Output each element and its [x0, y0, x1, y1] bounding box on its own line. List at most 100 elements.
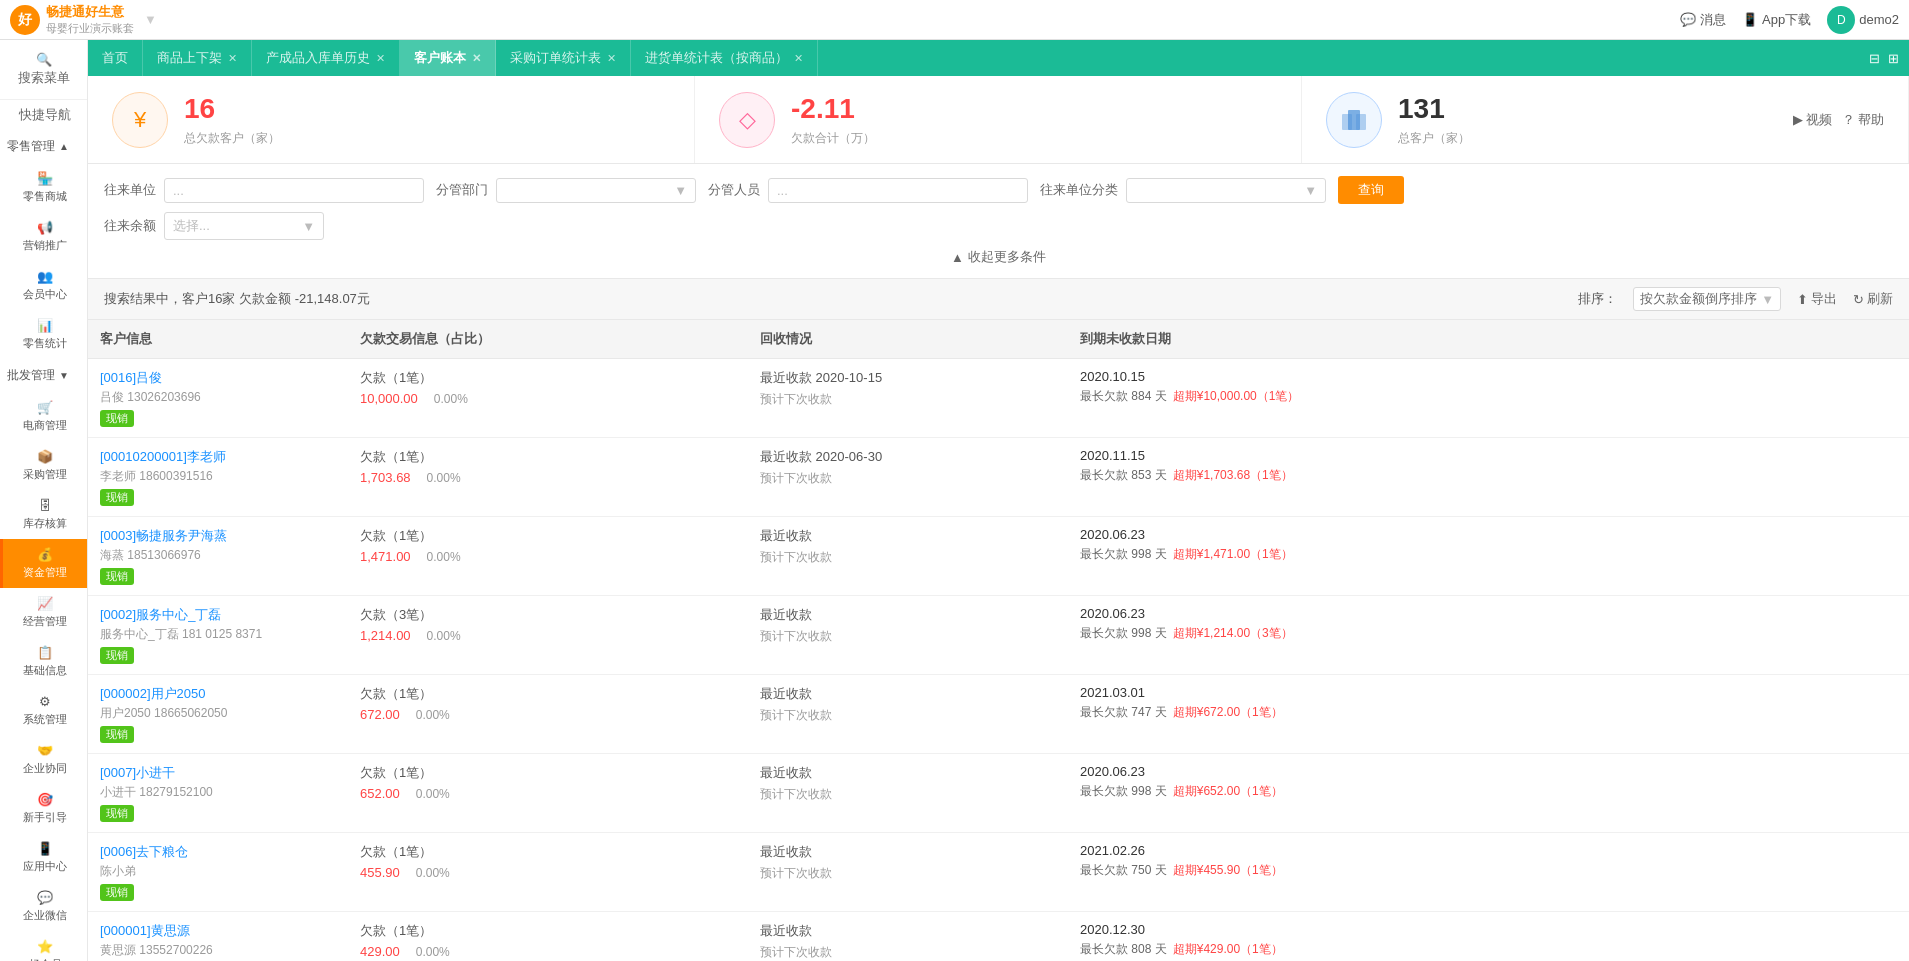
message-btn[interactable]: 💬 消息: [1680, 11, 1726, 29]
category-label: 往来单位分类: [1040, 181, 1118, 199]
due-date: 2020.10.15: [1080, 369, 1897, 384]
customer-contact: 用户2050 18665062050: [100, 705, 336, 722]
appstore-label: 应用中心: [23, 859, 67, 874]
tab-purchase-order[interactable]: 采购订单统计表 ✕: [496, 40, 631, 76]
sidebar-item-marketing[interactable]: 📢 营销推广: [0, 212, 87, 261]
overdue-link[interactable]: 超期¥429.00（1笔）: [1173, 941, 1283, 958]
debt-amount[interactable]: 1,703.68: [360, 470, 411, 485]
customer-name-link[interactable]: [00010200001]李老师: [100, 448, 336, 466]
customer-badge: 现销: [100, 726, 134, 743]
sidebar-item-batch-mgmt[interactable]: 批发管理 ▼: [0, 359, 87, 392]
debt-amount[interactable]: 429.00: [360, 944, 400, 959]
sidebar-item-guide[interactable]: 🎯 新手引导: [0, 784, 87, 833]
category-select[interactable]: ▼: [1126, 178, 1326, 203]
user-btn[interactable]: D demo2: [1827, 6, 1899, 34]
table-row: [0007]小进干 小进干 18279152100 现销 欠款（1笔） 652.…: [88, 754, 1909, 833]
tab-home[interactable]: 首页: [88, 40, 143, 76]
customer-name-link[interactable]: [0006]去下粮仓: [100, 843, 336, 861]
tab-product-history-close[interactable]: ✕: [376, 52, 385, 65]
sidebar-item-appstore[interactable]: 📱 应用中心: [0, 833, 87, 882]
sidebar-item-vip[interactable]: ⭐ 畅会员: [0, 931, 87, 961]
debt-amount[interactable]: 1,214.00: [360, 628, 411, 643]
overdue-link[interactable]: 超期¥1,214.00（3笔）: [1173, 625, 1293, 642]
search-menu-btn[interactable]: 🔍 搜索菜单: [6, 48, 81, 91]
filter-person: 分管人员 ...: [708, 178, 1028, 203]
customer-contact: 小进干 18279152100: [100, 784, 336, 801]
sidebar-item-basic[interactable]: 📋 基础信息: [0, 637, 87, 686]
tab-customer-account[interactable]: 客户账本 ✕: [400, 40, 496, 76]
dept-select[interactable]: ▼: [496, 178, 696, 203]
sidebar-item-finance[interactable]: 💰 资金管理: [0, 539, 87, 588]
sidebar-item-member[interactable]: 👥 会员中心: [0, 261, 87, 310]
debt-amount[interactable]: 1,471.00: [360, 549, 411, 564]
overdue-link[interactable]: 超期¥1,703.68（1笔）: [1173, 467, 1293, 484]
result-bar: 搜索结果中，客户16家 欠款金额 -21,148.07元 排序： 按欠款金额倒序…: [88, 279, 1909, 320]
overdue-days: 最长欠款 853 天: [1080, 467, 1167, 484]
tab-purchase-order-close[interactable]: ✕: [607, 52, 616, 65]
app-download-btn[interactable]: 📱 App下载: [1742, 11, 1811, 29]
customer-name-link[interactable]: [000002]用户2050: [100, 685, 336, 703]
overdue-link[interactable]: 超期¥652.00（1笔）: [1173, 783, 1283, 800]
filter-area: 往来单位 ... 分管部门 ▼ 分管人员 ...: [88, 164, 1909, 279]
sidebar-item-ecommerce[interactable]: 🛒 电商管理: [0, 392, 87, 441]
refresh-btn[interactable]: ↻ 刷新: [1853, 290, 1893, 308]
balance-select[interactable]: 选择... ▼: [164, 212, 324, 240]
customer-contact: 海蒸 18513066976: [100, 547, 336, 564]
overdue-link[interactable]: 超期¥10,000.00（1笔）: [1173, 388, 1300, 405]
debt-amount[interactable]: 652.00: [360, 786, 400, 801]
overdue-link[interactable]: 超期¥455.90（1笔）: [1173, 862, 1283, 879]
sidebar-item-purchase[interactable]: 📦 采购管理: [0, 441, 87, 490]
content-area: 首页 商品上下架 ✕ 产成品入库单历史 ✕ 客户账本 ✕ 采购订单统计表 ✕ 进…: [88, 40, 1909, 961]
sidebar-item-ops[interactable]: 📈 经营管理: [0, 588, 87, 637]
tab-product-shelf[interactable]: 商品上下架 ✕: [143, 40, 252, 76]
message-label: 消息: [1700, 11, 1726, 29]
tab-product-history[interactable]: 产成品入库单历史 ✕: [252, 40, 400, 76]
chevron-down-bal-icon: ▼: [302, 219, 315, 234]
sort-select[interactable]: 按欠款金额倒序排序 ▼: [1633, 287, 1781, 311]
due-date: 2021.02.26: [1080, 843, 1897, 858]
overdue-link[interactable]: 超期¥672.00（1笔）: [1173, 704, 1283, 721]
person-input[interactable]: ...: [768, 178, 1028, 203]
sidebar-item-retail-mgmt[interactable]: 零售管理 ▲: [0, 130, 87, 163]
customer-name-link[interactable]: [0007]小进干: [100, 764, 336, 782]
search-button[interactable]: 查询: [1338, 176, 1404, 204]
last-collect: 最近收款: [760, 922, 1056, 940]
debt-amount[interactable]: 455.90: [360, 865, 400, 880]
sidebar-item-wechat[interactable]: 💬 企业微信: [0, 882, 87, 931]
tab-customer-account-close[interactable]: ✕: [472, 52, 481, 65]
sort-label: 排序：: [1578, 290, 1617, 308]
sidebar-item-quick-nav[interactable]: 快捷导航: [0, 100, 87, 130]
finance-label: 资金管理: [23, 565, 67, 580]
help-btn[interactable]: ？ 帮助: [1842, 111, 1884, 129]
due-date-cell: 2020.06.23 最长欠款 998 天 超期¥652.00（1笔）: [1068, 754, 1909, 833]
sidebar-item-system[interactable]: ⚙ 系统管理: [0, 686, 87, 735]
next-collect: 预计下次收款: [760, 707, 1056, 724]
customer-name-link[interactable]: [000001]黄思源: [100, 922, 336, 940]
tab-product-shelf-close[interactable]: ✕: [228, 52, 237, 65]
overdue-link[interactable]: 超期¥1,471.00（1笔）: [1173, 546, 1293, 563]
export-icon: ⬆: [1797, 292, 1808, 307]
last-collect: 最近收款: [760, 685, 1056, 703]
wechat-label: 企业微信: [23, 908, 67, 923]
debt-amount[interactable]: 10,000.00: [360, 391, 418, 406]
customer-name-link[interactable]: [0002]服务中心_丁磊: [100, 606, 336, 624]
overdue-days: 最长欠款 998 天: [1080, 546, 1167, 563]
subtitle-dropdown[interactable]: ▼: [144, 12, 157, 27]
tab-minimize-btn[interactable]: ⊟: [1869, 51, 1880, 66]
tab-purchase-stats[interactable]: 进货单统计表（按商品） ✕: [631, 40, 818, 76]
tab-purchase-stats-close[interactable]: ✕: [794, 52, 803, 65]
sidebar-item-retail-store[interactable]: 🏪 零售商城: [0, 163, 87, 212]
sidebar-item-enterprise[interactable]: 🤝 企业协同: [0, 735, 87, 784]
stat-card-right-actions: ▶ 视频 ？ 帮助: [1793, 111, 1884, 129]
supplier-input[interactable]: ...: [164, 178, 424, 203]
collapse-button[interactable]: ▲ 收起更多条件: [951, 248, 1046, 266]
video-btn[interactable]: ▶ 视频: [1793, 111, 1832, 129]
sidebar-item-inventory[interactable]: 🗄 库存核算: [0, 490, 87, 539]
export-btn[interactable]: ⬆ 导出: [1797, 290, 1837, 308]
debt-amount[interactable]: 672.00: [360, 707, 400, 722]
sidebar-item-retail-stats[interactable]: 📊 零售统计: [0, 310, 87, 359]
tab-maximize-btn[interactable]: ⊞: [1888, 51, 1899, 66]
ops-label: 经营管理: [23, 614, 67, 629]
customer-name-link[interactable]: [0016]吕俊: [100, 369, 336, 387]
customer-name-link[interactable]: [0003]畅捷服务尹海蒸: [100, 527, 336, 545]
